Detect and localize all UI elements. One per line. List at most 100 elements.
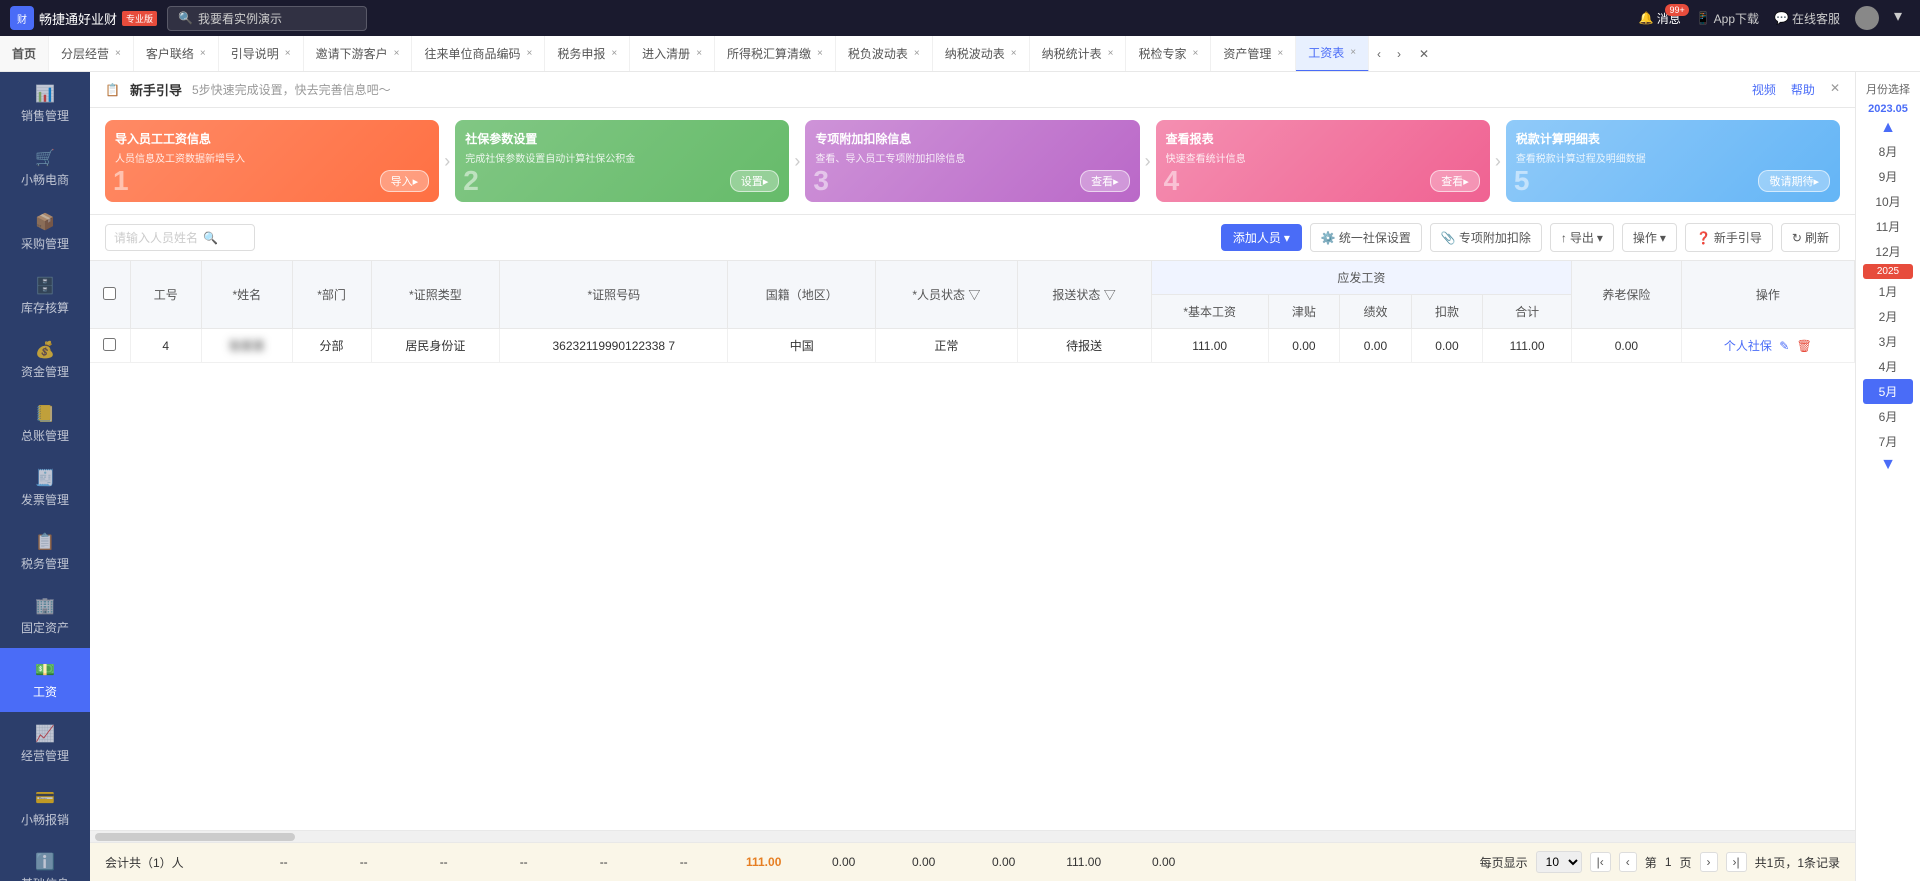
close-icon[interactable]: × (526, 48, 532, 59)
video-link[interactable]: 视频 (1752, 81, 1776, 98)
nav-next-arrow[interactable]: › (1389, 36, 1409, 72)
special-deduction-icon: 📎 (1441, 231, 1456, 245)
sidebar-item-sales[interactable]: 📊 销售管理 (0, 72, 90, 136)
month-10[interactable]: 10月 (1863, 189, 1913, 214)
delete-icon[interactable]: 🗑 (1797, 339, 1812, 353)
online-service-button[interactable]: 💬 在线客服 (1774, 10, 1840, 27)
tab-tax-stats[interactable]: 纳税波动表 × (933, 36, 1030, 72)
next-page-button[interactable]: › (1700, 852, 1718, 872)
user-avatar[interactable] (1855, 6, 1879, 30)
month-9[interactable]: 9月 (1863, 164, 1913, 189)
month-12[interactable]: 12月 (1863, 239, 1913, 264)
close-icon[interactable]: × (696, 48, 702, 59)
app-download-button[interactable]: 📱 App下载 (1696, 10, 1759, 27)
tab-tax-calc[interactable]: 所得税汇算清缴 × (715, 36, 836, 72)
step-3-btn[interactable]: 查看▸ (1080, 170, 1130, 192)
close-icon[interactable]: × (1108, 48, 1114, 59)
sidebar-item-inventory[interactable]: 🗄️ 库存核算 (0, 264, 90, 328)
month-6[interactable]: 6月 (1863, 404, 1913, 429)
row-checkbox-cell[interactable] (90, 329, 130, 363)
month-3[interactable]: 3月 (1863, 329, 1913, 354)
close-icon[interactable]: × (817, 48, 823, 59)
close-icon[interactable]: × (394, 48, 400, 59)
sidebar-item-marketing[interactable]: 💳 小畅报销 (0, 776, 90, 840)
tab-hierarchy[interactable]: 分层经营 × (49, 36, 134, 72)
tab-asset-mgmt[interactable]: 资产管理 × (1211, 36, 1296, 72)
sidebar-item-operations[interactable]: 📈 经营管理 (0, 712, 90, 776)
close-icon[interactable]: × (914, 48, 920, 59)
close-icon[interactable]: × (1192, 48, 1198, 59)
tab-customer[interactable]: 客户联络 × (134, 36, 219, 72)
tab-tax-relief[interactable]: 税负波动表 × (836, 36, 933, 72)
tab-tax-expert[interactable]: 税检专家 × (1126, 36, 1211, 72)
add-person-button[interactable]: 添加人员 ▾ (1221, 224, 1302, 251)
step-5-btn[interactable]: 敬请期待▸ (1758, 170, 1830, 192)
close-icon[interactable]: × (115, 48, 121, 59)
tab-salary[interactable]: 工资表 × (1296, 36, 1369, 72)
month-11[interactable]: 11月 (1863, 214, 1913, 239)
operations-button[interactable]: 操作 ▾ (1622, 223, 1677, 252)
sidebar-item-ecommerce[interactable]: 🛒 小畅电商 (0, 136, 90, 200)
sidebar-item-salary[interactable]: 💵 工资 (0, 648, 90, 712)
close-icon[interactable]: × (1350, 47, 1356, 58)
first-page-button[interactable]: |‹ (1590, 852, 1611, 872)
month-2[interactable]: 2月 (1863, 304, 1913, 329)
edit-icon[interactable]: ✎ (1779, 339, 1789, 353)
personal-social-insurance-link[interactable]: 个人社保 (1724, 339, 1772, 353)
close-icon[interactable]: × (1011, 48, 1017, 59)
month-1[interactable]: 1月 (1863, 279, 1913, 304)
step-1-btn[interactable]: 导入▸ (380, 170, 430, 192)
cell-pension: 0.00 (1572, 329, 1682, 363)
tab-clearance[interactable]: 进入清册 × (630, 36, 715, 72)
sidebar-item-fixed-assets[interactable]: 🏢 固定资产 (0, 584, 90, 648)
prev-page-button[interactable]: ‹ (1619, 852, 1637, 872)
tab-invite[interactable]: 邀请下游客户 × (304, 36, 413, 72)
tab-guide[interactable]: 引导说明 × (219, 36, 304, 72)
user-menu[interactable]: ▾ (1894, 6, 1910, 30)
notification-button[interactable]: 🔔 消息 99+ (1639, 10, 1681, 27)
close-icon[interactable]: × (285, 48, 291, 59)
horizontal-scrollbar[interactable] (90, 830, 1855, 842)
select-all-checkbox[interactable] (103, 287, 116, 300)
sidebar-item-basic-info[interactable]: ℹ️ 基础信息 (0, 840, 90, 881)
close-icon[interactable]: × (1277, 48, 1283, 59)
sidebar-item-accounting[interactable]: 📒 总账管理 (0, 392, 90, 456)
month-7[interactable]: 7月 (1863, 429, 1913, 454)
month-down-arrow[interactable]: ▼ (1878, 454, 1898, 476)
close-all-tabs[interactable]: ✕ (1409, 36, 1439, 72)
month-8[interactable]: 8月 (1863, 139, 1913, 164)
tab-tax-table[interactable]: 纳税统计表 × (1030, 36, 1127, 72)
tab-product-code[interactable]: 往来单位商品编码 × (412, 36, 545, 72)
export-button[interactable]: ↑ 导出 ▾ (1550, 223, 1614, 252)
unified-settings-button[interactable]: ⚙️ 统一社保设置 (1310, 223, 1422, 252)
help-link[interactable]: 帮助 (1791, 81, 1815, 98)
sidebar-item-invoice[interactable]: 🧾 发票管理 (0, 456, 90, 520)
month-4[interactable]: 4月 (1863, 354, 1913, 379)
page-size-select[interactable]: 10 20 50 (1536, 851, 1582, 873)
nav-prev-arrow[interactable]: ‹ (1369, 36, 1389, 72)
close-icon[interactable]: × (200, 48, 206, 59)
month-5[interactable]: 5月 (1863, 379, 1913, 404)
refresh-button[interactable]: ↻ 刷新 (1781, 223, 1840, 252)
new-guide-button[interactable]: ❓ 新手引导 (1685, 223, 1773, 252)
month-panel: 月份选择 2023.05 ▲ 8月 9月 10月 11月 12月 2025 1月… (1855, 72, 1920, 881)
scrollbar-thumb[interactable] (95, 833, 295, 841)
tab-home[interactable]: 首页 (0, 36, 49, 72)
sidebar-item-tax[interactable]: 📋 税务管理 (0, 520, 90, 584)
special-deduction-button[interactable]: 📎 专项附加扣除 (1430, 223, 1542, 252)
last-page-button[interactable]: ›| (1726, 852, 1747, 872)
tab-tax-report[interactable]: 税务申报 × (545, 36, 630, 72)
step-2-btn[interactable]: 设置▸ (730, 170, 780, 192)
close-guide[interactable]: ✕ (1830, 81, 1840, 98)
filter-icon[interactable]: ▽ (1104, 288, 1116, 302)
sidebar-item-finance[interactable]: 💰 资金管理 (0, 328, 90, 392)
filter-icon[interactable]: ▽ (968, 288, 980, 302)
step-arrow-1: › (444, 151, 450, 172)
demo-search[interactable]: 🔍 我要看实例演示 (167, 6, 367, 31)
step-4-btn[interactable]: 查看▸ (1430, 170, 1480, 192)
sidebar-item-purchase[interactable]: 📦 采购管理 (0, 200, 90, 264)
month-up-arrow[interactable]: ▲ (1878, 117, 1898, 139)
row-checkbox[interactable] (103, 338, 116, 351)
employee-search[interactable]: 请输入人员姓名 🔍 (105, 224, 255, 251)
close-icon[interactable]: × (611, 48, 617, 59)
